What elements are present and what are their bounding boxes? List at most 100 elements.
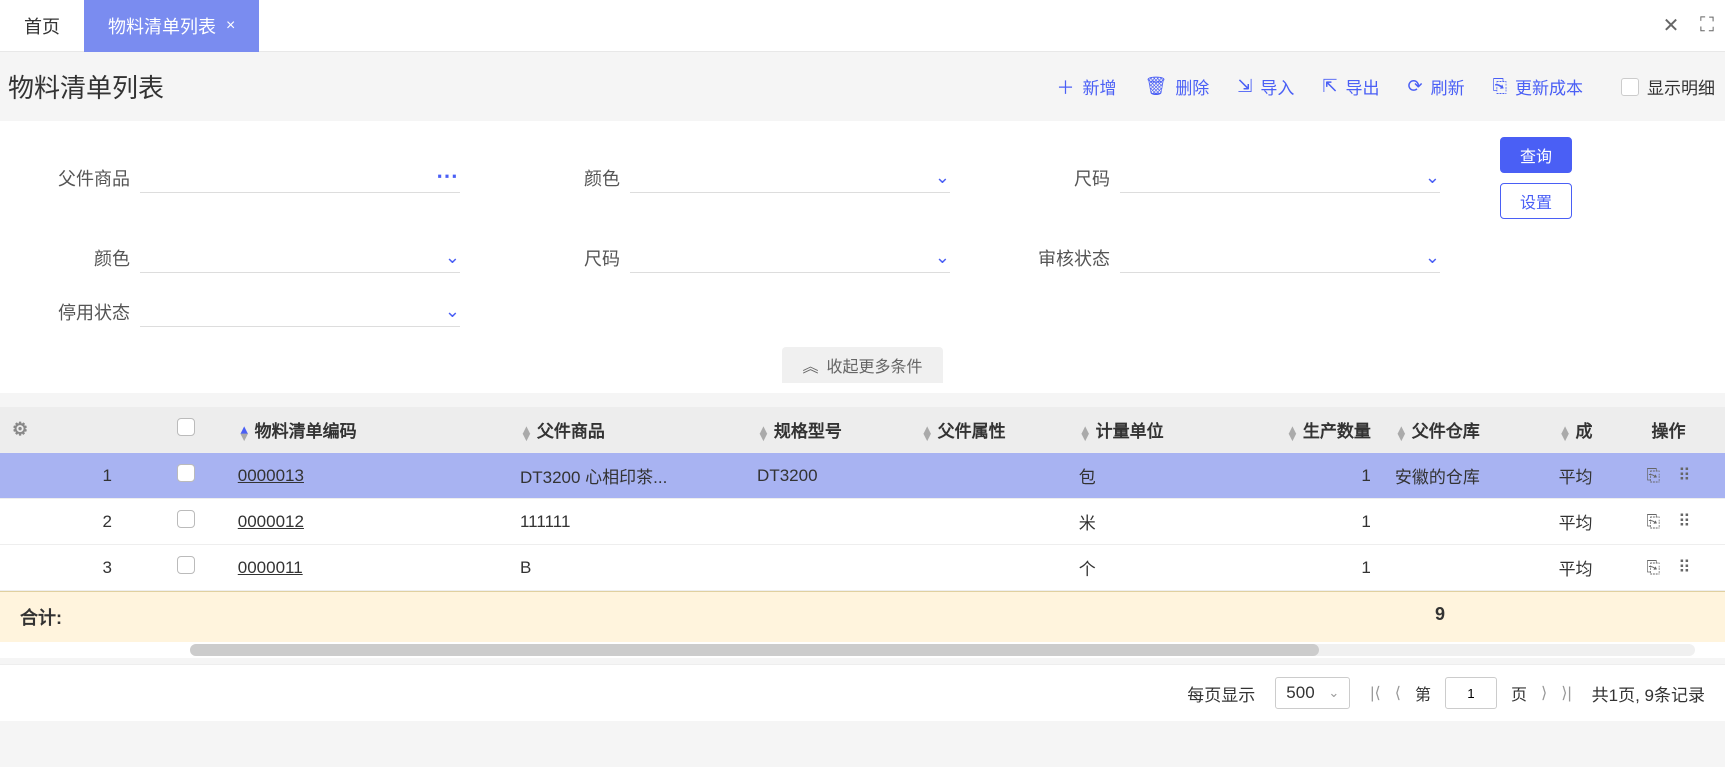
- fullscreen-icon[interactable]: ⛶: [1689, 8, 1725, 44]
- col-parent-warehouse[interactable]: ▲▼父件仓库: [1383, 407, 1547, 453]
- more-icon[interactable]: ⋯: [436, 163, 460, 189]
- col-unit[interactable]: ▲▼计量单位: [1067, 407, 1225, 453]
- row-index: 3: [68, 545, 147, 591]
- page-title: 物料清单列表: [0, 68, 164, 105]
- import-button[interactable]: ⇲导入: [1237, 74, 1294, 99]
- view-icon[interactable]: ⎘: [1646, 466, 1660, 486]
- setting-button[interactable]: 设置: [1500, 183, 1572, 219]
- cell-qty: 1: [1225, 453, 1383, 499]
- tab-bar: 首页 物料清单列表 × ✕ ⛶: [0, 0, 1725, 52]
- select-all-checkbox[interactable]: [177, 418, 195, 436]
- col-parent-attr[interactable]: ▲▼父件属性: [909, 407, 1067, 453]
- refresh-icon: ⟳: [1408, 76, 1423, 97]
- col-cut[interactable]: ▲▼成: [1547, 407, 1612, 453]
- cell-spec: [745, 499, 909, 545]
- checkbox-icon[interactable]: [1621, 78, 1639, 96]
- cell-parent-product: 111111: [508, 499, 745, 545]
- tab-home[interactable]: 首页: [0, 0, 84, 52]
- chevron-down-icon: ⌄: [1328, 685, 1339, 701]
- page-header: 物料清单列表 ＋ 新增 🗑删除 ⇲导入 ⇱导出 ⟳ 刷新 ⎘更新成本 显示明细: [0, 52, 1725, 121]
- update-cost-label: 更新成本: [1515, 74, 1583, 99]
- filter-audit-status-label: 审核状态: [1010, 245, 1120, 271]
- toolbar-actions: ＋ 新增 🗑删除 ⇲导入 ⇱导出 ⟳ 刷新 ⎘更新成本 显示明细: [1056, 74, 1715, 100]
- filter-parent-product-input[interactable]: ⋯: [140, 163, 460, 193]
- query-button[interactable]: 查询: [1500, 137, 1572, 173]
- filter-size2-input[interactable]: ⌄: [630, 243, 950, 273]
- page-next-icon[interactable]: ⟩: [1541, 683, 1547, 703]
- cell-attr: [909, 453, 1067, 499]
- filter-size1-input[interactable]: ⌄: [1120, 163, 1440, 193]
- delete-button[interactable]: 🗑删除: [1144, 74, 1209, 99]
- collapse-filters-button[interactable]: ︽ 收起更多条件: [782, 347, 942, 383]
- table-row[interactable]: 30000011B个1平均⎘⠿: [0, 545, 1725, 591]
- cell-attr: [909, 545, 1067, 591]
- row-index: 2: [68, 499, 147, 545]
- filter-color2-label: 颜色: [30, 245, 140, 271]
- pagination: 每页显示 500⌄ |⟨ ⟨ 第 页 ⟩ ⟩| 共1页, 9条记录: [0, 664, 1725, 721]
- cell-warehouse: 安徽的仓库: [1383, 453, 1547, 499]
- row-checkbox[interactable]: [177, 510, 195, 528]
- add-label: 新增: [1082, 74, 1116, 99]
- filter-color2-input[interactable]: ⌄: [140, 243, 460, 273]
- show-detail-toggle[interactable]: 显示明细: [1621, 74, 1715, 99]
- chevron-up-icon: ︽: [802, 353, 818, 377]
- bom-code-link[interactable]: 0000011: [238, 558, 303, 577]
- filter-stop-status-label: 停用状态: [30, 299, 140, 325]
- horizontal-scrollbar[interactable]: [0, 642, 1725, 658]
- refresh-button[interactable]: ⟳ 刷新: [1408, 74, 1465, 99]
- import-icon: ⇲: [1237, 76, 1252, 97]
- col-bom-code[interactable]: ▲▼物料清单编码: [226, 407, 508, 453]
- col-prod-qty[interactable]: ▲▼生产数量: [1225, 407, 1383, 453]
- cell-warehouse: [1383, 499, 1547, 545]
- refresh-label: 刷新: [1431, 74, 1465, 99]
- row-index: 1: [68, 453, 147, 499]
- page-first-icon[interactable]: |⟨: [1370, 683, 1380, 703]
- plus-icon: ＋: [1056, 74, 1074, 100]
- total-row: 合计: 9: [0, 591, 1725, 642]
- cell-spec: [745, 545, 909, 591]
- filter-audit-status-input[interactable]: ⌄: [1120, 243, 1440, 273]
- per-page-select[interactable]: 500⌄: [1275, 677, 1350, 709]
- filter-stop-status-input[interactable]: ⌄: [140, 297, 460, 327]
- view-icon[interactable]: ⎘: [1646, 512, 1660, 532]
- bom-code-link[interactable]: 0000013: [238, 466, 304, 485]
- delete-label: 删除: [1175, 74, 1209, 99]
- table-row[interactable]: 10000013DT3200 心相印茶...DT3200包1安徽的仓库平均⎘⠿: [0, 453, 1725, 499]
- cell-unit: 包: [1067, 453, 1225, 499]
- page-info: 共1页, 9条记录: [1592, 681, 1705, 706]
- update-cost-button[interactable]: ⎘更新成本: [1493, 74, 1583, 99]
- filter-panel: 父件商品 ⋯ 颜色 ⌄ 尺码 ⌄ 查询 设置 颜色 ⌄ 尺码 ⌄ 审核状态 ⌄: [0, 121, 1725, 393]
- cell-spec: DT3200: [745, 453, 909, 499]
- page-go-label1: 第: [1415, 681, 1431, 705]
- chevron-down-icon: ⌄: [935, 167, 950, 188]
- col-parent-product[interactable]: ▲▼父件商品: [508, 407, 745, 453]
- filter-color1-input[interactable]: ⌄: [630, 163, 950, 193]
- data-table: ⚙ ▲▼物料清单编码 ▲▼父件商品 ▲▼规格型号 ▲▼父件属性 ▲▼计量单位 ▲…: [0, 407, 1725, 658]
- more-icon[interactable]: ⠿: [1678, 466, 1690, 486]
- table-row[interactable]: 20000012111111米1平均⎘⠿: [0, 499, 1725, 545]
- col-spec[interactable]: ▲▼规格型号: [745, 407, 909, 453]
- add-button[interactable]: ＋ 新增: [1056, 74, 1116, 100]
- page-input[interactable]: [1445, 677, 1497, 709]
- total-qty: 9: [195, 592, 1725, 642]
- gear-icon[interactable]: ⚙: [12, 419, 28, 439]
- tab-bom-list[interactable]: 物料清单列表 ×: [84, 0, 259, 52]
- filter-parent-product-label: 父件商品: [30, 165, 140, 191]
- chevron-down-icon: ⌄: [1425, 247, 1440, 268]
- filter-size2-label: 尺码: [520, 245, 630, 271]
- chevron-down-icon: ⌄: [935, 247, 950, 268]
- close-icon[interactable]: ×: [226, 17, 235, 35]
- chevron-down-icon: ⌄: [445, 247, 460, 268]
- cell-cut: 平均: [1547, 499, 1612, 545]
- page-prev-icon[interactable]: ⟨: [1395, 683, 1401, 703]
- close-all-icon[interactable]: ✕: [1653, 8, 1689, 44]
- row-checkbox[interactable]: [177, 556, 195, 574]
- view-icon[interactable]: ⎘: [1646, 558, 1660, 578]
- export-button[interactable]: ⇱导出: [1322, 74, 1379, 99]
- bom-code-link[interactable]: 0000012: [238, 512, 304, 531]
- more-icon[interactable]: ⠿: [1678, 558, 1690, 578]
- page-last-icon[interactable]: ⟩|: [1561, 683, 1571, 703]
- filter-size1-label: 尺码: [1010, 165, 1120, 191]
- row-checkbox[interactable]: [177, 464, 195, 482]
- more-icon[interactable]: ⠿: [1678, 512, 1690, 532]
